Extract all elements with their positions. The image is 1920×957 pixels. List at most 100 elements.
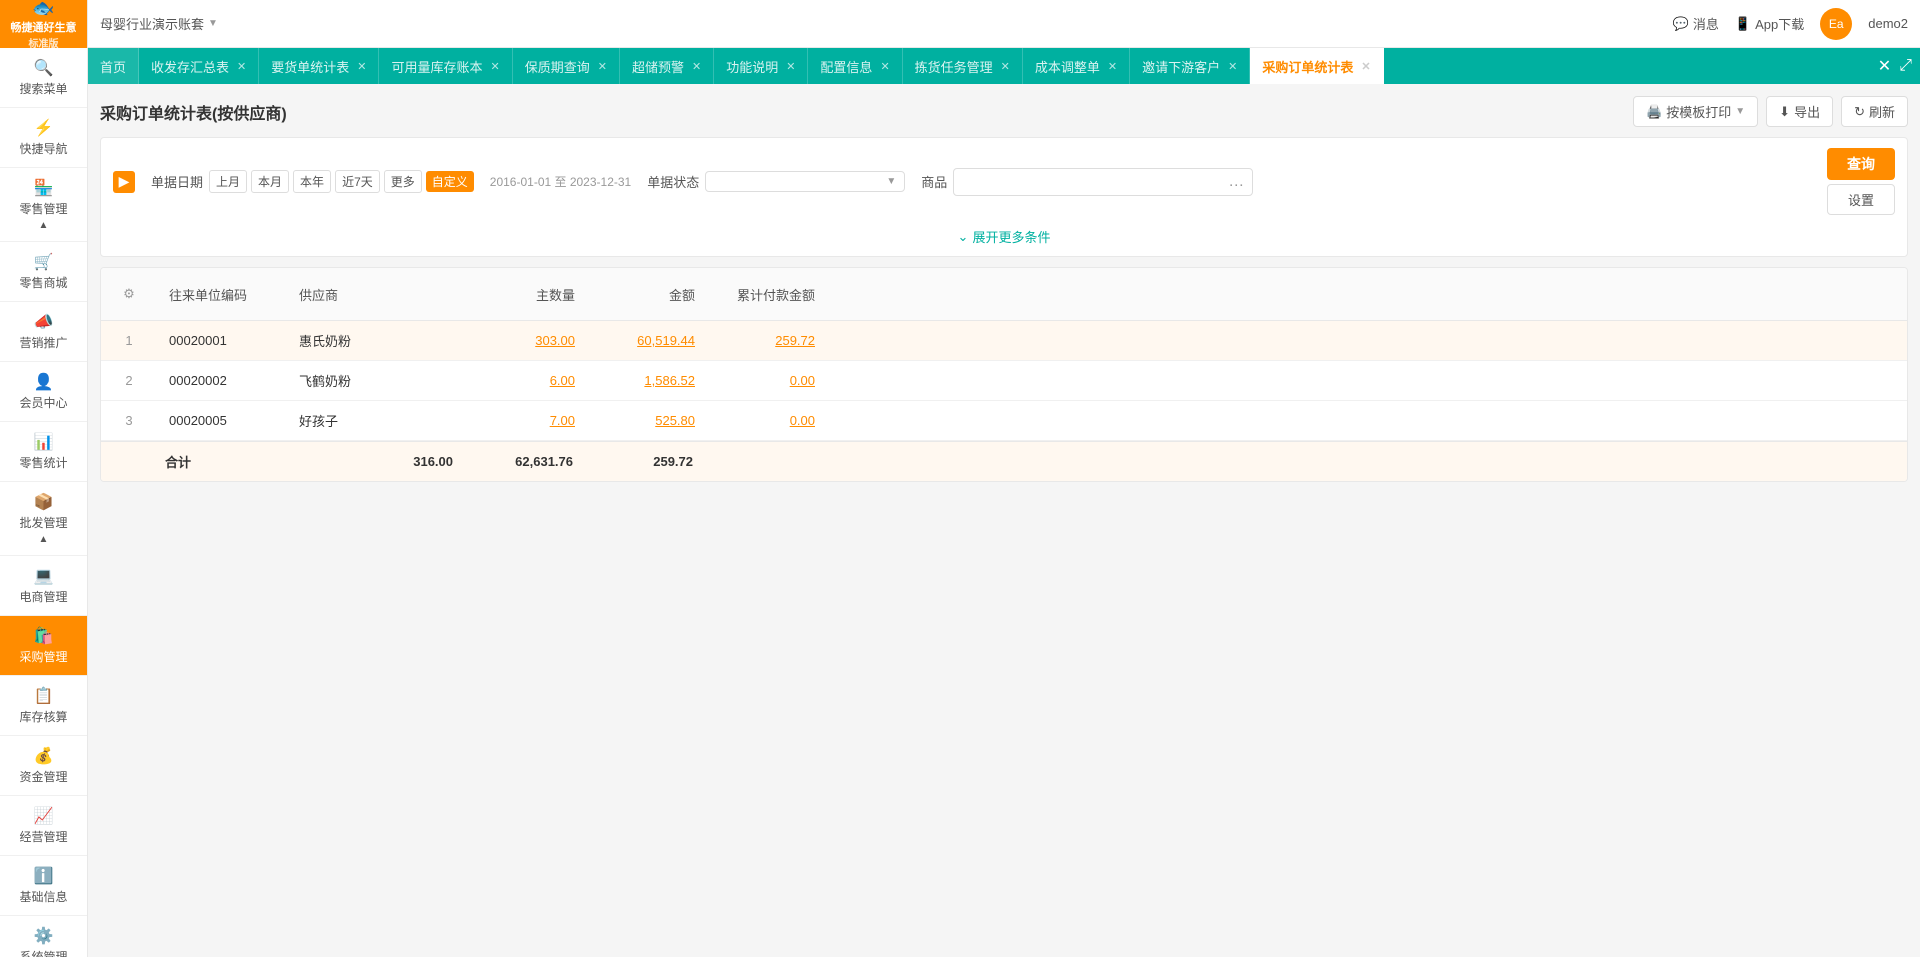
refresh-button[interactable]: ↻ 刷新 [1841, 96, 1908, 127]
tab-close-icon[interactable]: ✕ [237, 60, 246, 73]
row-paid-link[interactable]: 0.00 [790, 373, 815, 388]
sidebar-item-零售商城[interactable]: 🛒零售商城 [0, 242, 87, 302]
date-shortcut-last-month[interactable]: 上月 [209, 170, 247, 193]
expand-conditions-button[interactable]: ⌄ 展开更多条件 [958, 227, 1051, 246]
row-qty: 303.00 [487, 321, 587, 361]
sidebar-item-基础信息[interactable]: ℹ️基础信息 [0, 856, 87, 916]
tab-邀请下游客户[interactable]: 邀请下游客户✕ [1130, 48, 1250, 84]
print-icon: 🖨️ [1646, 104, 1662, 120]
export-icon: ⬇ [1779, 104, 1790, 120]
status-select[interactable]: ▼ [705, 171, 905, 192]
sidebar-item-零售统计[interactable]: 📊零售统计 [0, 422, 87, 482]
close-tab-icon[interactable]: ✕ [1878, 56, 1891, 76]
tab-拣货任务管理[interactable]: 拣货任务管理 ✕ [903, 48, 1023, 84]
tab-label: 拣货任务管理 [915, 57, 993, 76]
tab-label: 采购订单统计表 [1262, 57, 1353, 76]
tab-超储预警[interactable]: 超储预警✕ [620, 48, 714, 84]
column-settings-icon[interactable]: ⚙ [113, 278, 145, 310]
tab-close-icon[interactable]: ✕ [1001, 60, 1010, 73]
sidebar-item-采购管理[interactable]: 🛍️采购管理 [0, 616, 87, 676]
status-arrow-icon: ▼ [886, 176, 896, 187]
row-paid: 0.00 [707, 401, 827, 441]
row-paid-link[interactable]: 259.72 [775, 333, 815, 348]
filter-right-group: 单据状态 ▼ 商品 … [647, 168, 1811, 196]
tab-close-icon[interactable]: ✕ [692, 60, 701, 73]
sidebar-item-搜索菜单[interactable]: 🔍搜索菜单 [0, 48, 87, 108]
sidebar-item-电商管理[interactable]: 💻电商管理 [0, 556, 87, 616]
sidebar-item-批发管理[interactable]: 📦批发管理▲ [0, 482, 87, 556]
tab-收发存汇总表[interactable]: 收发存汇总表 ✕ [139, 48, 259, 84]
date-shortcut-7days[interactable]: 近7天 [335, 170, 380, 193]
date-shortcut-this-year[interactable]: 本年 [293, 170, 331, 193]
tab-配置信息[interactable]: 配置信息✕ [808, 48, 902, 84]
row-qty: 6.00 [487, 361, 587, 401]
tab-采购订单统计表[interactable]: 采购订单统计表 ✕ [1250, 48, 1383, 84]
tab-close-icon[interactable]: ✕ [1108, 60, 1117, 73]
main-area: 母婴行业演示账套 ▼ 💬 消息 📱 App下载 Ea demo2 首页收发存汇总… [88, 0, 1920, 957]
row-amount-link[interactable]: 1,586.52 [644, 373, 695, 388]
sidebar-icon: 💰 [4, 746, 83, 766]
avatar[interactable]: Ea [1820, 8, 1852, 40]
tab-要货单统计表[interactable]: 要货单统计表✕ [259, 48, 379, 84]
row-paid-link[interactable]: 0.00 [790, 413, 815, 428]
table-row[interactable]: 2 00020002 飞鹤奶粉 6.00 1,586.52 0.00 [101, 361, 1907, 401]
date-shortcut-this-month[interactable]: 本月 [251, 170, 289, 193]
tab-close-icon[interactable]: ✕ [357, 60, 366, 73]
tab-close-icon[interactable]: ✕ [598, 60, 607, 73]
maximize-tab-icon[interactable]: ⤢ [1899, 57, 1912, 75]
row-amount-link[interactable]: 60,519.44 [637, 333, 695, 348]
goods-more-icon[interactable]: … [1228, 173, 1244, 191]
goods-search-field: … [953, 168, 1253, 196]
tab-close-icon[interactable]: ✕ [880, 60, 889, 73]
tab-保质期查询[interactable]: 保质期查询✕ [513, 48, 620, 84]
sidebar-icon: 📈 [4, 806, 83, 826]
settings-button[interactable]: 设置 [1827, 184, 1895, 215]
footer-paid: 259.72 [573, 454, 693, 469]
sidebar-item-经营管理[interactable]: 📈经营管理 [0, 796, 87, 856]
page-header: 采购订单统计表(按供应商) 🖨️ 按模板打印 ▼ ⬇ 导出 ↻ 刷新 [100, 96, 1908, 127]
goods-label: 商品 [921, 172, 947, 191]
table-row[interactable]: 3 00020005 好孩子 7.00 525.80 0.00 [101, 401, 1907, 441]
app-download-button[interactable]: 📱 App下载 [1735, 14, 1804, 33]
message-button[interactable]: 💬 消息 [1673, 14, 1719, 33]
tab-成本调整单[interactable]: 成本调整单✕ [1023, 48, 1130, 84]
row-paid: 0.00 [707, 361, 827, 401]
goods-search-input[interactable] [962, 174, 1224, 189]
tab-功能说明[interactable]: 功能说明✕ [714, 48, 808, 84]
sidebar-item-零售管理[interactable]: 🏪零售管理▲ [0, 168, 87, 242]
date-custom-tag[interactable]: 自定义 [426, 171, 474, 192]
tab-可用量库存账本[interactable]: 可用量库存账本 ✕ [379, 48, 512, 84]
sidebar-item-资金管理[interactable]: 💰资金管理 [0, 736, 87, 796]
workspace-selector[interactable]: 母婴行业演示账套 ▼ [100, 14, 218, 33]
table-row[interactable]: 1 00020001 惠氏奶粉 303.00 60,519.44 259.72 [101, 321, 1907, 361]
tab-close-icon[interactable]: ✕ [1361, 60, 1370, 73]
row-amount-link[interactable]: 525.80 [655, 413, 695, 428]
print-button[interactable]: 🖨️ 按模板打印 ▼ [1633, 96, 1758, 127]
sidebar-item-快捷导航[interactable]: ⚡快捷导航 [0, 108, 87, 168]
query-button[interactable]: 查询 [1827, 148, 1895, 180]
tab-close-icon[interactable]: ✕ [1228, 60, 1237, 73]
sidebar-item-系统管理[interactable]: ⚙️系统管理 [0, 916, 87, 957]
filter-collapse-arrow[interactable]: ▶ [113, 171, 135, 193]
export-button[interactable]: ⬇ 导出 [1766, 96, 1833, 127]
username-label[interactable]: demo2 [1868, 16, 1908, 31]
tab-close-icon[interactable]: ✕ [786, 60, 795, 73]
row-qty-link[interactable]: 6.00 [550, 373, 575, 388]
row-index: 1 [101, 321, 157, 361]
sidebar-item-会员中心[interactable]: 👤会员中心 [0, 362, 87, 422]
sidebar-item-营销推广[interactable]: 📣营销推广 [0, 302, 87, 362]
row-code: 00020005 [157, 401, 287, 441]
sidebar-icon: 🛍️ [4, 626, 83, 646]
tab-首页[interactable]: 首页 [88, 48, 139, 84]
status-filter-group: 单据状态 ▼ [647, 171, 905, 192]
table-footer: 合计 316.00 62,631.76 259.72 [101, 441, 1907, 481]
row-qty-link[interactable]: 303.00 [535, 333, 575, 348]
footer-label: 合计 [113, 452, 353, 471]
tab-close-icon[interactable]: ✕ [491, 60, 500, 73]
tab-label: 可用量库存账本 [391, 57, 482, 76]
date-shortcut-more[interactable]: 更多 [384, 170, 422, 193]
sidebar-item-库存核算[interactable]: 📋库存核算 [0, 676, 87, 736]
tab-label: 收发存汇总表 [151, 57, 229, 76]
row-qty-link[interactable]: 7.00 [550, 413, 575, 428]
sidebar-icon: ⚡ [4, 118, 83, 138]
